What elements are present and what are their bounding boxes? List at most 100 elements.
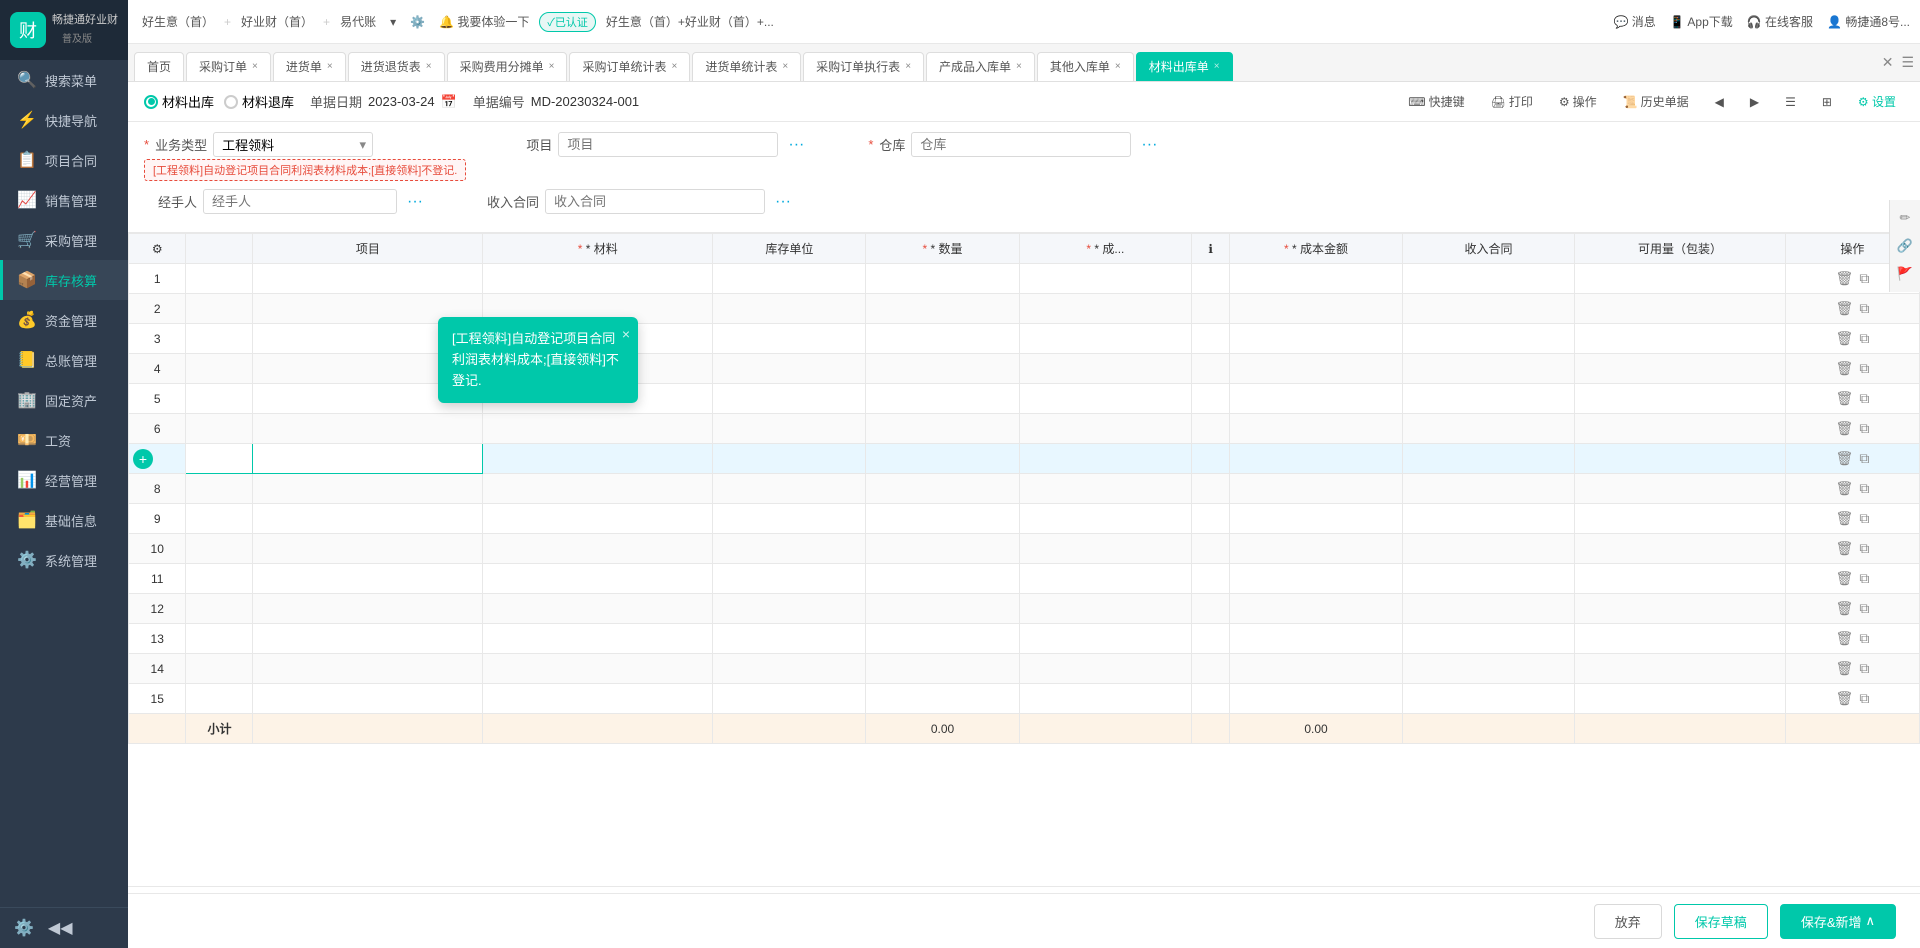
copy-row-btn[interactable]: ⧉ xyxy=(1856,300,1872,316)
verified-badge[interactable]: ✓已认证 xyxy=(539,12,596,32)
copy-row-btn[interactable]: ⧉ xyxy=(1856,420,1872,436)
settings-bottom-icon[interactable]: ⚙️ xyxy=(14,918,34,938)
table-wrap[interactable]: ⚙ 项目 * 材料 库存单位 * 数量 * 成... ℹ * 成本金额 收入合同… xyxy=(128,233,1920,886)
copy-row-btn[interactable]: ⧉ xyxy=(1856,600,1872,616)
tab-other-in-close[interactable]: × xyxy=(1115,61,1121,72)
biz-type-input-wrap[interactable]: ▾ xyxy=(213,132,373,157)
discard-button[interactable]: 放弃 xyxy=(1594,904,1662,939)
delete-row-btn[interactable]: 🗑 xyxy=(1833,420,1857,436)
delete-row-btn[interactable]: 🗑 xyxy=(1833,390,1857,406)
topbar-link-good-biz[interactable]: 好生意（首） xyxy=(138,11,218,32)
message-btn[interactable]: 💬 消息 xyxy=(1614,13,1656,30)
delete-row-btn[interactable]: 🗑 xyxy=(1833,510,1857,526)
quick-key-btn[interactable]: ⌨ 快捷键 xyxy=(1400,90,1472,113)
handler-input-wrap[interactable] xyxy=(203,189,397,214)
add-row-button[interactable]: + xyxy=(133,449,153,469)
sidebar-item-capital[interactable]: 💰 资金管理 xyxy=(0,300,128,340)
project-input-wrap[interactable] xyxy=(558,132,778,157)
delete-row-btn[interactable]: 🗑 xyxy=(1833,270,1857,286)
delete-row-btn[interactable]: 🗑 xyxy=(1833,540,1857,556)
delete-row-btn[interactable]: 🗑 xyxy=(1833,450,1857,466)
tab-purchase-exec-close[interactable]: × xyxy=(905,61,911,72)
tab-home[interactable]: 首页 xyxy=(134,52,184,82)
right-panel-edit-btn[interactable]: ✏ xyxy=(1893,206,1917,230)
tab-purchase-order-close[interactable]: × xyxy=(252,61,258,72)
operations-btn[interactable]: ⚙ 操作 xyxy=(1551,90,1605,113)
right-panel-flag-btn[interactable]: 🚩 xyxy=(1893,262,1917,286)
copy-row-btn[interactable]: ⧉ xyxy=(1856,630,1872,646)
copy-row-btn[interactable]: ⧉ xyxy=(1856,660,1872,676)
tab-inbound-return[interactable]: 进货退货表 × xyxy=(348,52,445,82)
user-menu-btn[interactable]: 👤 畅捷通8号... xyxy=(1827,13,1910,30)
delete-row-btn[interactable]: 🗑 xyxy=(1833,360,1857,376)
tab-inbound-close[interactable]: × xyxy=(327,61,333,72)
settings-btn[interactable]: ⚙ 设置 xyxy=(1850,90,1904,113)
view-list-btn[interactable]: ☰ xyxy=(1777,92,1804,112)
income-contract-input-wrap[interactable] xyxy=(545,189,765,214)
sidebar-item-system[interactable]: ⚙️ 系统管理 xyxy=(0,540,128,580)
sidebar-item-purchase[interactable]: 🛒 采购管理 xyxy=(0,220,128,260)
delete-row-btn[interactable]: 🗑 xyxy=(1833,630,1857,646)
sidebar-item-sales[interactable]: 📈 销售管理 xyxy=(0,180,128,220)
delete-row-btn[interactable]: 🗑 xyxy=(1833,690,1857,706)
tab-purchase-fee[interactable]: 采购费用分摊单 × xyxy=(447,52,568,82)
sidebar-item-mgmt[interactable]: 📊 经营管理 xyxy=(0,460,128,500)
topbar-link-easy-trade[interactable]: 易代账 xyxy=(336,11,380,32)
copy-row-btn[interactable]: ⧉ xyxy=(1856,360,1872,376)
tab-purchase-stat[interactable]: 采购订单统计表 × xyxy=(569,52,690,82)
project-dots-icon[interactable]: ··· xyxy=(784,136,808,154)
handler-dots-icon[interactable]: ··· xyxy=(403,193,427,211)
view-grid-btn[interactable]: ⊞ xyxy=(1814,92,1840,112)
save-draft-button[interactable]: 保存草稿 xyxy=(1674,904,1768,939)
tab-close-all-icon[interactable]: ✕ xyxy=(1882,54,1894,71)
save-new-button[interactable]: 保存&新增 ∧ xyxy=(1780,904,1896,939)
sidebar-logo[interactable]: 财 畅捷通好业财 普及版 xyxy=(0,0,128,60)
tab-product-in-close[interactable]: × xyxy=(1016,61,1022,72)
tab-purchase-exec[interactable]: 采购订单执行表 × xyxy=(803,52,924,82)
copy-row-btn[interactable]: ⧉ xyxy=(1856,270,1872,286)
tab-inbound-return-close[interactable]: × xyxy=(426,61,432,72)
copy-row-btn[interactable]: ⧉ xyxy=(1856,570,1872,586)
tab-purchase-fee-close[interactable]: × xyxy=(549,61,555,72)
collapse-icon[interactable]: ◀◀ xyxy=(48,918,73,938)
tab-purchase-stat-close[interactable]: × xyxy=(671,61,677,72)
tooltip-close-btn[interactable]: × xyxy=(622,323,630,345)
radio-material-out[interactable]: 材料出库 xyxy=(144,92,214,111)
sidebar-item-search[interactable]: 🔍 搜索菜单 xyxy=(0,60,128,100)
sidebar-item-quick[interactable]: ⚡ 快捷导航 xyxy=(0,100,128,140)
tab-material-out-close[interactable]: × xyxy=(1214,61,1220,72)
copy-row-btn[interactable]: ⧉ xyxy=(1856,690,1872,706)
biz-type-input[interactable] xyxy=(214,133,353,156)
project-input[interactable] xyxy=(559,133,777,156)
radio-material-return[interactable]: 材料退库 xyxy=(224,92,294,111)
sidebar-item-basic[interactable]: 🗂️ 基础信息 xyxy=(0,500,128,540)
income-contract-input[interactable] xyxy=(546,190,764,213)
nav-next-btn[interactable]: ▶ xyxy=(1742,92,1767,112)
sidebar-item-salary[interactable]: 💴 工资 xyxy=(0,420,128,460)
calendar-icon[interactable]: 📅 xyxy=(441,94,457,110)
copy-row-btn[interactable]: ⧉ xyxy=(1856,480,1872,496)
delete-row-btn[interactable]: 🗑 xyxy=(1833,600,1857,616)
copy-row-btn[interactable]: ⧉ xyxy=(1856,540,1872,556)
tab-inbound[interactable]: 进货单 × xyxy=(273,52,346,82)
copy-row-btn[interactable]: ⧉ xyxy=(1856,450,1872,466)
tab-product-in[interactable]: 产成品入库单 × xyxy=(926,52,1035,82)
warehouse-dots-icon[interactable]: ··· xyxy=(1137,136,1161,154)
copy-row-btn[interactable]: ⧉ xyxy=(1856,330,1872,346)
handler-input[interactable] xyxy=(204,190,396,213)
sidebar-item-project[interactable]: 📋 项目合同 xyxy=(0,140,128,180)
tab-inbound-stat-close[interactable]: × xyxy=(782,61,788,72)
delete-row-btn[interactable]: 🗑 xyxy=(1833,330,1857,346)
print-btn[interactable]: 🖨 打印 xyxy=(1483,90,1541,113)
topbar-good-biz2[interactable]: 好生意（首）+好业财（首）+... xyxy=(602,11,778,32)
tab-other-in[interactable]: 其他入库单 × xyxy=(1037,52,1134,82)
sidebar-item-assets[interactable]: 🏢 固定资产 xyxy=(0,380,128,420)
nav-prev-btn[interactable]: ◀ xyxy=(1707,92,1732,112)
copy-row-btn[interactable]: ⧉ xyxy=(1856,510,1872,526)
online-service-btn[interactable]: 🎧 在线客服 xyxy=(1747,13,1813,30)
sidebar-item-ledger[interactable]: 📒 总账管理 xyxy=(0,340,128,380)
tab-inbound-stat[interactable]: 进货单统计表 × xyxy=(692,52,801,82)
history-btn[interactable]: 📜 历史单据 xyxy=(1615,90,1697,113)
th-settings[interactable]: ⚙ xyxy=(129,234,186,264)
topbar-link-good-wealth[interactable]: 好业财（首） xyxy=(237,11,317,32)
